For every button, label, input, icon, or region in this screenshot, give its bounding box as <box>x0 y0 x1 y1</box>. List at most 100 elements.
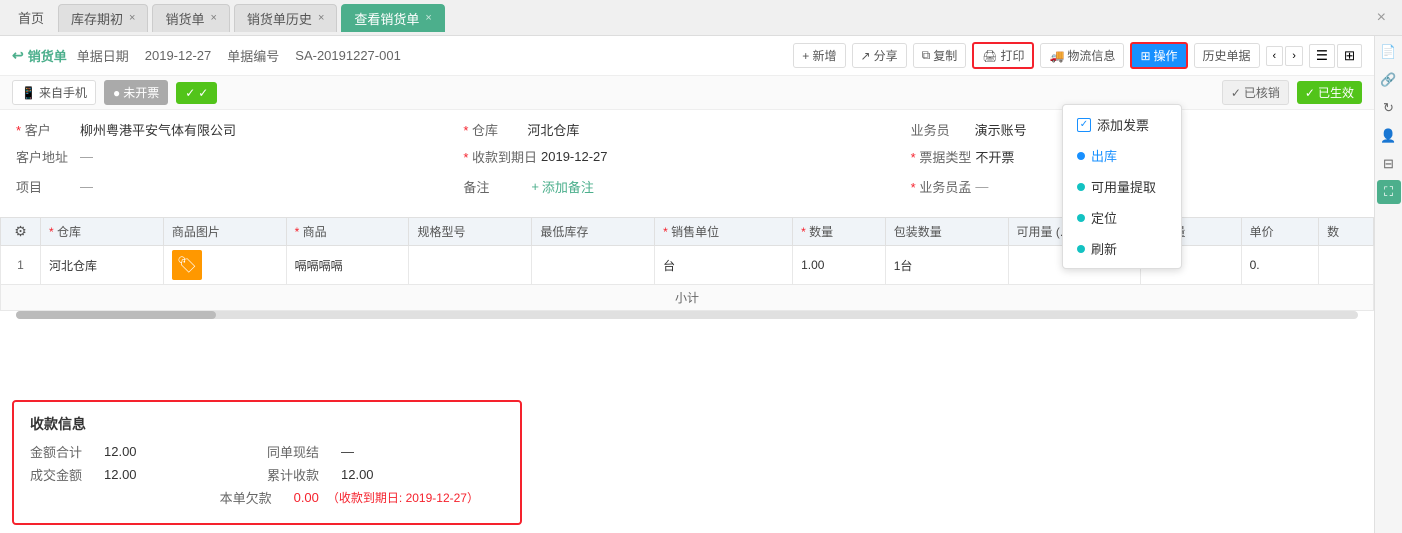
refresh-label: 刷新 <box>1091 239 1117 258</box>
check-icon: ✓ <box>185 86 195 100</box>
date-value: 2019-12-27 <box>145 48 212 63</box>
copy-button[interactable]: ⧉ 复制 <box>913 43 967 68</box>
tab-inventory[interactable]: 库存期初 × <box>58 4 148 32</box>
print-button[interactable]: 🖨 打印 <box>972 42 1034 69</box>
warehouse-field: * 仓库 河北仓库 <box>463 120 910 139</box>
truck-icon: 🚚 <box>1049 49 1064 63</box>
circle-icon: ● <box>113 86 120 100</box>
same-settle-field: 同单现结 — <box>267 442 504 461</box>
share-button[interactable]: ↗ 分享 <box>852 43 907 68</box>
copy-icon: ⧉ <box>922 48 931 63</box>
close-sales-tab[interactable]: × <box>210 12 216 24</box>
address-value: — <box>76 149 93 164</box>
operations-dropdown: ✓ 添加发票 出库 可用量提取 定位 刷新 <box>1062 104 1182 269</box>
scrollbar-thumb <box>16 311 216 319</box>
phone-icon: 📱 <box>21 86 36 100</box>
staff-label: 业务员 <box>911 120 971 139</box>
list-view-button[interactable]: ☰ <box>1309 44 1335 68</box>
transaction-field: 成交金额 12.00 <box>30 465 267 484</box>
col-gear[interactable]: ⚙ <box>1 218 41 246</box>
table-scrollbar[interactable] <box>16 311 1358 319</box>
total-value: 12.00 <box>100 444 137 459</box>
sidebar-refresh-icon[interactable]: ↻ <box>1377 96 1401 120</box>
row-quantity: 1.00 <box>793 246 886 285</box>
checkbox-icon: ✓ <box>1077 118 1091 132</box>
col-spec: 规格型号 <box>409 218 532 246</box>
overdue-value: 0.00 <box>290 490 319 505</box>
dropdown-outbound[interactable]: 出库 <box>1063 140 1181 171</box>
salesperson-label: * 业务员孟 <box>911 177 972 196</box>
next-button[interactable]: › <box>1285 46 1303 66</box>
row-price: 0. <box>1241 246 1318 285</box>
close-check-tab[interactable]: × <box>425 12 431 24</box>
nav-arrows: ‹ › <box>1266 46 1303 66</box>
logistics-button[interactable]: 🚚 物流信息 <box>1040 43 1124 68</box>
subtotal-row: 小计 <box>1 285 1374 311</box>
payment-row-2: 成交金额 12.00 累计收款 12.00 <box>30 465 504 484</box>
gear-icon: ⚙ <box>14 223 27 239</box>
radio-dot-icon <box>1077 152 1085 160</box>
dropdown-available[interactable]: 可用量提取 <box>1063 171 1181 202</box>
grid-view-button[interactable]: ⊞ <box>1337 44 1362 68</box>
print-icon: 🖨 <box>982 49 997 63</box>
radio-dot-available-icon <box>1077 183 1085 191</box>
effected-button[interactable]: ✓ 已生效 <box>1297 81 1362 104</box>
date-label: 单据日期 <box>77 46 129 65</box>
row-product: 嗝嗝嗝嗝 <box>286 246 409 285</box>
row-spec <box>409 246 532 285</box>
close-history-tab[interactable]: × <box>318 12 324 24</box>
row-warehouse: 河北仓库 <box>41 246 164 285</box>
radio-dot-locate-icon <box>1077 214 1085 222</box>
outbound-label: 出库 <box>1091 146 1117 165</box>
tab-sales-history[interactable]: 销货单历史 × <box>234 4 337 32</box>
payment-box: 收款信息 金额合计 12.00 同单现结 — 成交金额 <box>12 400 522 525</box>
tab-check-sales[interactable]: 查看销货单 × <box>341 4 444 32</box>
dropdown-add-invoice[interactable]: ✓ 添加发票 <box>1063 109 1181 140</box>
sidebar-user-icon[interactable]: 👤 <box>1377 124 1401 148</box>
share-icon: ↗ <box>861 49 871 63</box>
from-phone-button[interactable]: 📱 来自手机 <box>12 80 96 105</box>
tab-sales[interactable]: 销货单 × <box>152 4 229 32</box>
dropdown-locate[interactable]: 定位 <box>1063 202 1181 233</box>
doc-actions: + 新增 ↗ 分享 ⧉ 复制 🖨 打印 🚚 <box>793 42 1362 69</box>
add-remark-button[interactable]: + 添加备注 <box>523 174 602 199</box>
salesperson-value: — <box>971 179 988 194</box>
doc-type-label: 销货单 <box>28 46 67 65</box>
row-min-stock <box>532 246 655 285</box>
sidebar-expand-icon[interactable]: ⛶ <box>1377 180 1401 204</box>
col-pack-qty: 包装数量 <box>885 218 1008 246</box>
check-circle-icon: ✓ <box>1231 86 1241 100</box>
sidebar-link-icon[interactable]: 🔗 <box>1377 68 1401 92</box>
tab-home[interactable]: 首页 <box>8 8 54 27</box>
payment-row-3: 本单欠款 本单欠款 0.00 （收款到期日: 2019-12-27） <box>30 488 504 507</box>
not-open-ticket-button[interactable]: ● 未开票 <box>104 80 168 105</box>
bottom-area: 收款信息 金额合计 12.00 同单现结 — 成交金额 <box>0 392 1374 533</box>
prev-button[interactable]: ‹ <box>1266 46 1284 66</box>
col-image: 商品图片 <box>163 218 286 246</box>
cumulative-value: 12.00 <box>337 467 374 482</box>
product-image: 🏷 <box>172 250 202 280</box>
nuked-button[interactable]: ✓ 已核销 <box>1222 80 1289 105</box>
sidebar-doc-icon[interactable]: 📄 <box>1377 40 1401 64</box>
total-field: 金额合计 12.00 <box>30 442 267 461</box>
close-inventory-tab[interactable]: × <box>129 12 135 24</box>
right-sidebar: 📄 🔗 ↻ 👤 ⊟ ⛶ <box>1374 36 1402 533</box>
customer-value: 柳州粤港平安气体有限公司 <box>76 120 236 139</box>
tab-bar: 首页 库存期初 × 销货单 × 销货单历史 × 查看销货单 × × <box>0 0 1402 36</box>
row-seq: 1 <box>1 246 41 285</box>
payment-row-1: 金额合计 12.00 同单现结 — <box>30 442 504 461</box>
due-date-field: * 收款到期日 2019-12-27 <box>463 147 910 166</box>
warehouse-label: * 仓库 <box>463 120 523 139</box>
overdue-field: 本单欠款 <box>30 488 220 507</box>
ticket-label: * 票据类型 <box>911 147 972 166</box>
history-button[interactable]: 历史单据 <box>1194 43 1260 68</box>
product-img-icon: 🏷 <box>177 255 197 275</box>
dropdown-refresh[interactable]: 刷新 <box>1063 233 1181 264</box>
sidebar-table-icon[interactable]: ⊟ <box>1377 152 1401 176</box>
window-close-button[interactable]: × <box>1369 9 1394 27</box>
operations-button[interactable]: ⊞ 操作 <box>1130 42 1187 69</box>
effect-check-icon: ✓ <box>1305 86 1315 100</box>
confirm-button[interactable]: ✓ ✓ <box>176 82 217 104</box>
new-button[interactable]: + 新增 <box>793 43 845 68</box>
col-min-stock: 最低库存 <box>532 218 655 246</box>
